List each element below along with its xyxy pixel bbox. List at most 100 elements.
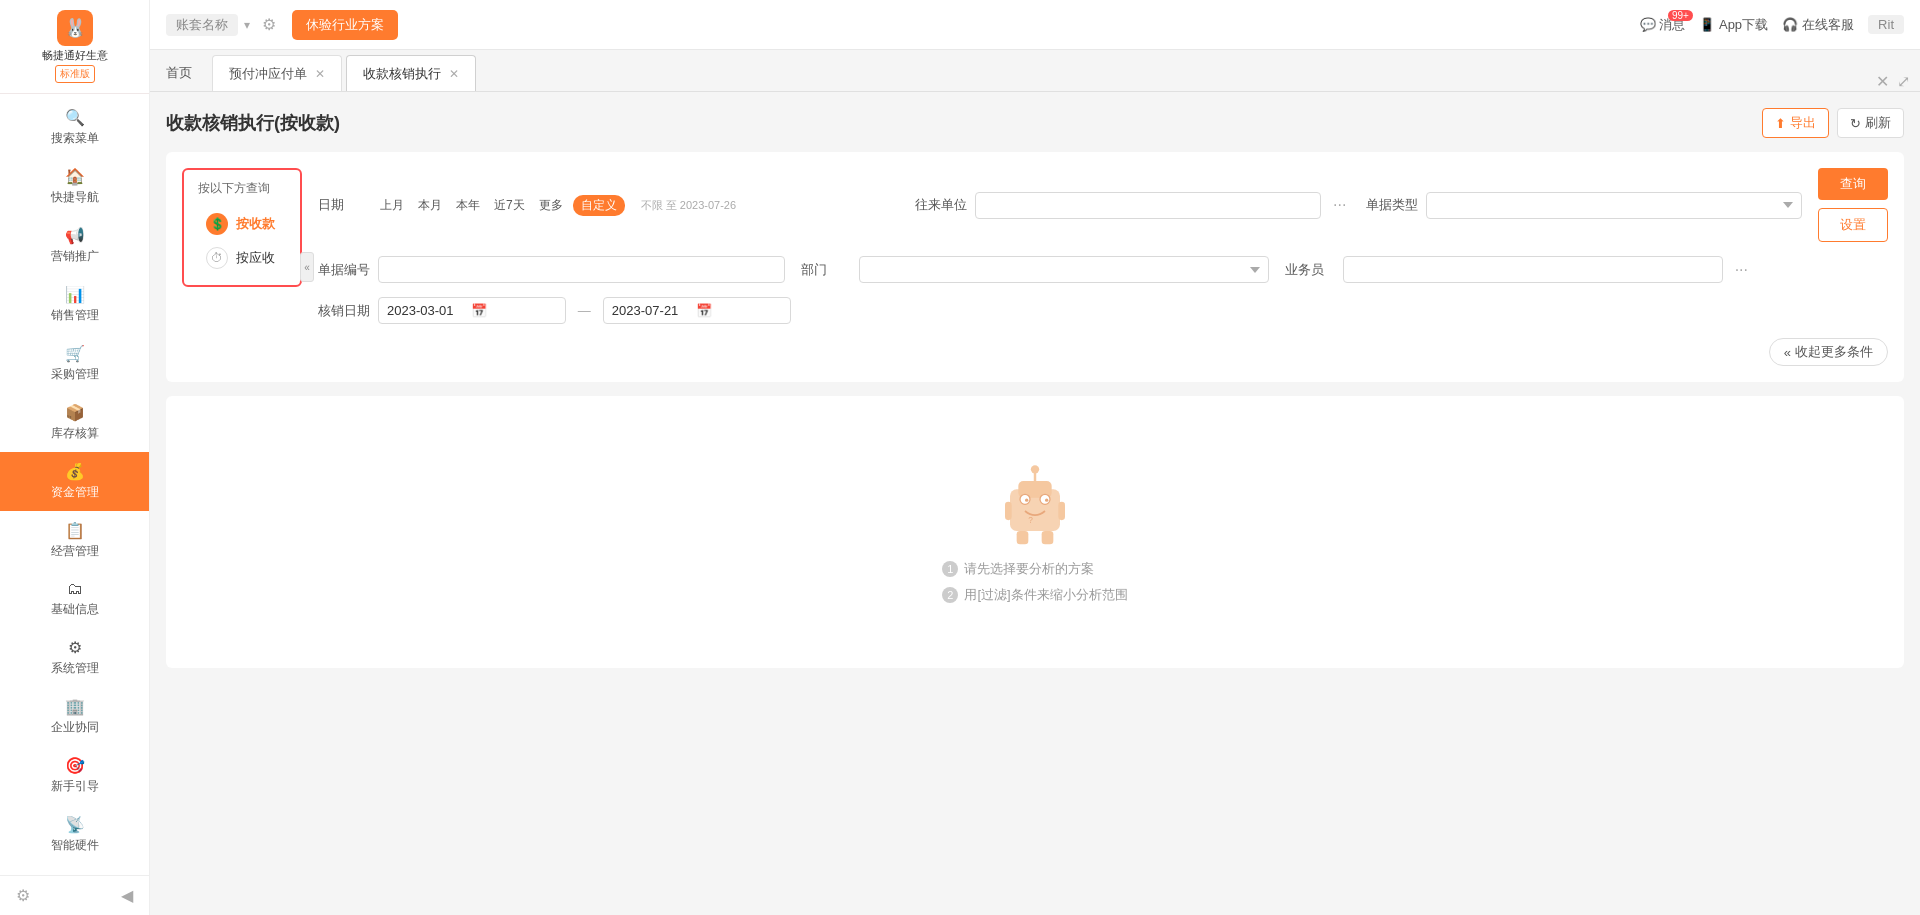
counterpart-input[interactable] xyxy=(975,192,1321,219)
dept-select[interactable] xyxy=(859,256,1268,283)
tab-home[interactable]: 首页 xyxy=(150,55,208,91)
counterpart-more-icon[interactable]: ··· xyxy=(1329,196,1350,214)
message-badge[interactable]: 💬 消息 99+ xyxy=(1640,16,1685,34)
tab-prepay-close-icon[interactable]: ✕ xyxy=(315,67,325,81)
capital-icon: 💰 xyxy=(65,462,85,481)
message-count: 99+ xyxy=(1668,10,1693,21)
query-button[interactable]: 查询 xyxy=(1818,168,1888,200)
app-logo: 🐰 畅捷通好生意 标准版 xyxy=(0,0,149,94)
hardware-icon: 📡 xyxy=(65,815,85,834)
topbar-right: 💬 消息 99+ 📱 App下载 🎧 在线客服 Rit xyxy=(1640,15,1904,34)
page-title: 收款核销执行(按收款) xyxy=(166,111,340,135)
sidebar-item-enterprise[interactable]: 🏢 企业协同 xyxy=(0,687,149,746)
account-name[interactable]: 账套名称 xyxy=(166,14,238,36)
collapse-sidebar-icon[interactable]: ◀ xyxy=(121,886,133,905)
sidebar-item-label: 新手引导 xyxy=(51,778,99,795)
date-separator: — xyxy=(578,303,591,318)
tab-collection-label: 收款核销执行 xyxy=(363,65,441,83)
refresh-button[interactable]: ↻ 刷新 xyxy=(1837,108,1904,138)
svg-rect-9 xyxy=(1058,502,1065,520)
staff-more-icon[interactable]: ··· xyxy=(1731,261,1752,279)
tab-expand-icon[interactable]: ⤢ xyxy=(1897,72,1910,91)
sidebar-item-basic[interactable]: 🗂 基础信息 xyxy=(0,570,149,628)
sidebar-item-beginner[interactable]: 🎯 新手引导 xyxy=(0,746,149,805)
empty-state: ? 1 请先选择要分析的方案 2 用[过滤]条件来缩小分析范围 xyxy=(166,396,1904,668)
logo-text: 畅捷通好生意 xyxy=(42,48,108,63)
verify-date-start-input[interactable] xyxy=(387,303,467,318)
app-download-label: App下载 xyxy=(1719,16,1768,34)
online-service-link[interactable]: 🎧 在线客服 xyxy=(1782,16,1854,34)
query-type-by-receivable[interactable]: ⏱ 按应收 xyxy=(198,241,286,275)
query-type-by-receipt[interactable]: 💲 按收款 xyxy=(198,207,286,241)
doc-no-label: 单据编号 xyxy=(318,261,370,279)
user-account[interactable]: Rit xyxy=(1868,15,1904,34)
doc-type-group: 单据类型 xyxy=(1366,192,1802,219)
sidebar-item-hardware[interactable]: 📡 智能硬件 xyxy=(0,805,149,864)
date-btn-7days[interactable]: 近7天 xyxy=(490,195,529,216)
message-icon: 💬 xyxy=(1640,17,1656,32)
verify-date-group: 核销日期 📅 — 📅 xyxy=(318,297,791,324)
export-button[interactable]: ⬆ 导出 xyxy=(1762,108,1829,138)
settings-icon[interactable]: ⚙ xyxy=(16,886,30,905)
svg-point-7 xyxy=(1045,499,1048,502)
sidebar-item-label: 经营管理 xyxy=(51,543,99,560)
svg-rect-8 xyxy=(1005,502,1012,520)
sidebar-item-wechat[interactable]: 💬 企业微信 xyxy=(0,864,149,875)
settings-gear-icon[interactable]: ⚙ xyxy=(262,15,276,34)
tab-prepay[interactable]: 预付冲应付单 ✕ xyxy=(212,55,342,91)
date-btn-more[interactable]: 更多 xyxy=(535,195,567,216)
svg-point-5 xyxy=(1040,494,1050,504)
empty-tip-1: 1 请先选择要分析的方案 xyxy=(942,556,1127,582)
filter-row-2: 单据编号 部门 业务员 ··· xyxy=(318,256,1888,283)
verify-date-end-input[interactable] xyxy=(612,303,692,318)
counterpart-group: 往来单位 ··· xyxy=(915,192,1351,219)
doc-type-select[interactable] xyxy=(1426,192,1802,219)
sidebar-item-operation[interactable]: 📋 经营管理 xyxy=(0,511,149,570)
verify-date-label: 核销日期 xyxy=(318,302,370,320)
sidebar-item-sales[interactable]: 📊 销售管理 xyxy=(0,275,149,334)
beginner-icon: 🎯 xyxy=(65,756,85,775)
calendar-end-icon[interactable]: 📅 xyxy=(696,303,712,318)
dropdown-arrow-icon[interactable]: ▾ xyxy=(244,18,250,32)
sidebar-item-system[interactable]: ⚙ 系统管理 xyxy=(0,628,149,687)
industry-solution-button[interactable]: 休验行业方案 xyxy=(292,10,398,40)
date-group: 日期 上月 本月 本年 近7天 更多 自定义 不限 至 2023-07-26 xyxy=(318,195,899,216)
logo-sub: 标准版 xyxy=(55,65,95,83)
content-area: 收款核销执行(按收款) ⬆ 导出 ↻ 刷新 按以下方查询 💲 xyxy=(150,92,1920,915)
app-download-link[interactable]: 📱 App下载 xyxy=(1699,16,1768,34)
receipt-type-icon: 💲 xyxy=(206,213,228,235)
tab-close-all-icon[interactable]: ✕ xyxy=(1876,72,1889,91)
tip-num-2: 2 xyxy=(942,587,958,603)
sidebar-item-search[interactable]: 🔍 搜索菜单 xyxy=(0,98,149,157)
sidebar-item-quick-nav[interactable]: 🏠 快捷导航 xyxy=(0,157,149,216)
topbar-breadcrumb: 账套名称 ▾ ⚙ 休验行业方案 xyxy=(166,10,1640,40)
sidebar-item-marketing[interactable]: 📢 营销推广 xyxy=(0,216,149,275)
set-button[interactable]: 设置 xyxy=(1818,208,1888,242)
sidebar-item-label: 搜索菜单 xyxy=(51,130,99,147)
date-btn-this-month[interactable]: 本月 xyxy=(414,195,446,216)
collapse-more-button[interactable]: « 收起更多条件 xyxy=(1769,338,1888,366)
calendar-start-icon[interactable]: 📅 xyxy=(471,303,487,318)
tip-text-1: 请先选择要分析的方案 xyxy=(964,556,1094,582)
service-icon: 🎧 xyxy=(1782,17,1798,32)
svg-rect-10 xyxy=(1017,531,1029,544)
tab-collection-close-icon[interactable]: ✕ xyxy=(449,67,459,81)
wechat-icon: 💬 xyxy=(65,874,85,875)
sidebar-item-inventory[interactable]: 📦 库存核算 xyxy=(0,393,149,452)
date-btn-this-year[interactable]: 本年 xyxy=(452,195,484,216)
date-label: 日期 xyxy=(318,196,368,214)
date-btn-last-month[interactable]: 上月 xyxy=(376,195,408,216)
date-quick-buttons: 上月 本月 本年 近7天 更多 自定义 xyxy=(376,195,625,216)
tab-collection[interactable]: 收款核销执行 ✕ xyxy=(346,55,476,91)
collapse-query-type-button[interactable]: « xyxy=(300,252,314,282)
tab-prepay-label: 预付冲应付单 xyxy=(229,65,307,83)
staff-input[interactable] xyxy=(1343,256,1723,283)
doc-no-input[interactable] xyxy=(378,256,785,283)
sidebar-item-capital[interactable]: 💰 资金管理 xyxy=(0,452,149,511)
sidebar-item-purchase[interactable]: 🛒 采购管理 xyxy=(0,334,149,393)
sidebar-item-label: 基础信息 xyxy=(51,601,99,618)
filter-row-3: 核销日期 📅 — 📅 xyxy=(318,297,1888,324)
sidebar-item-label: 系统管理 xyxy=(51,660,99,677)
tip-text-2: 用[过滤]条件来缩小分析范围 xyxy=(964,582,1127,608)
date-btn-custom[interactable]: 自定义 xyxy=(573,195,625,216)
